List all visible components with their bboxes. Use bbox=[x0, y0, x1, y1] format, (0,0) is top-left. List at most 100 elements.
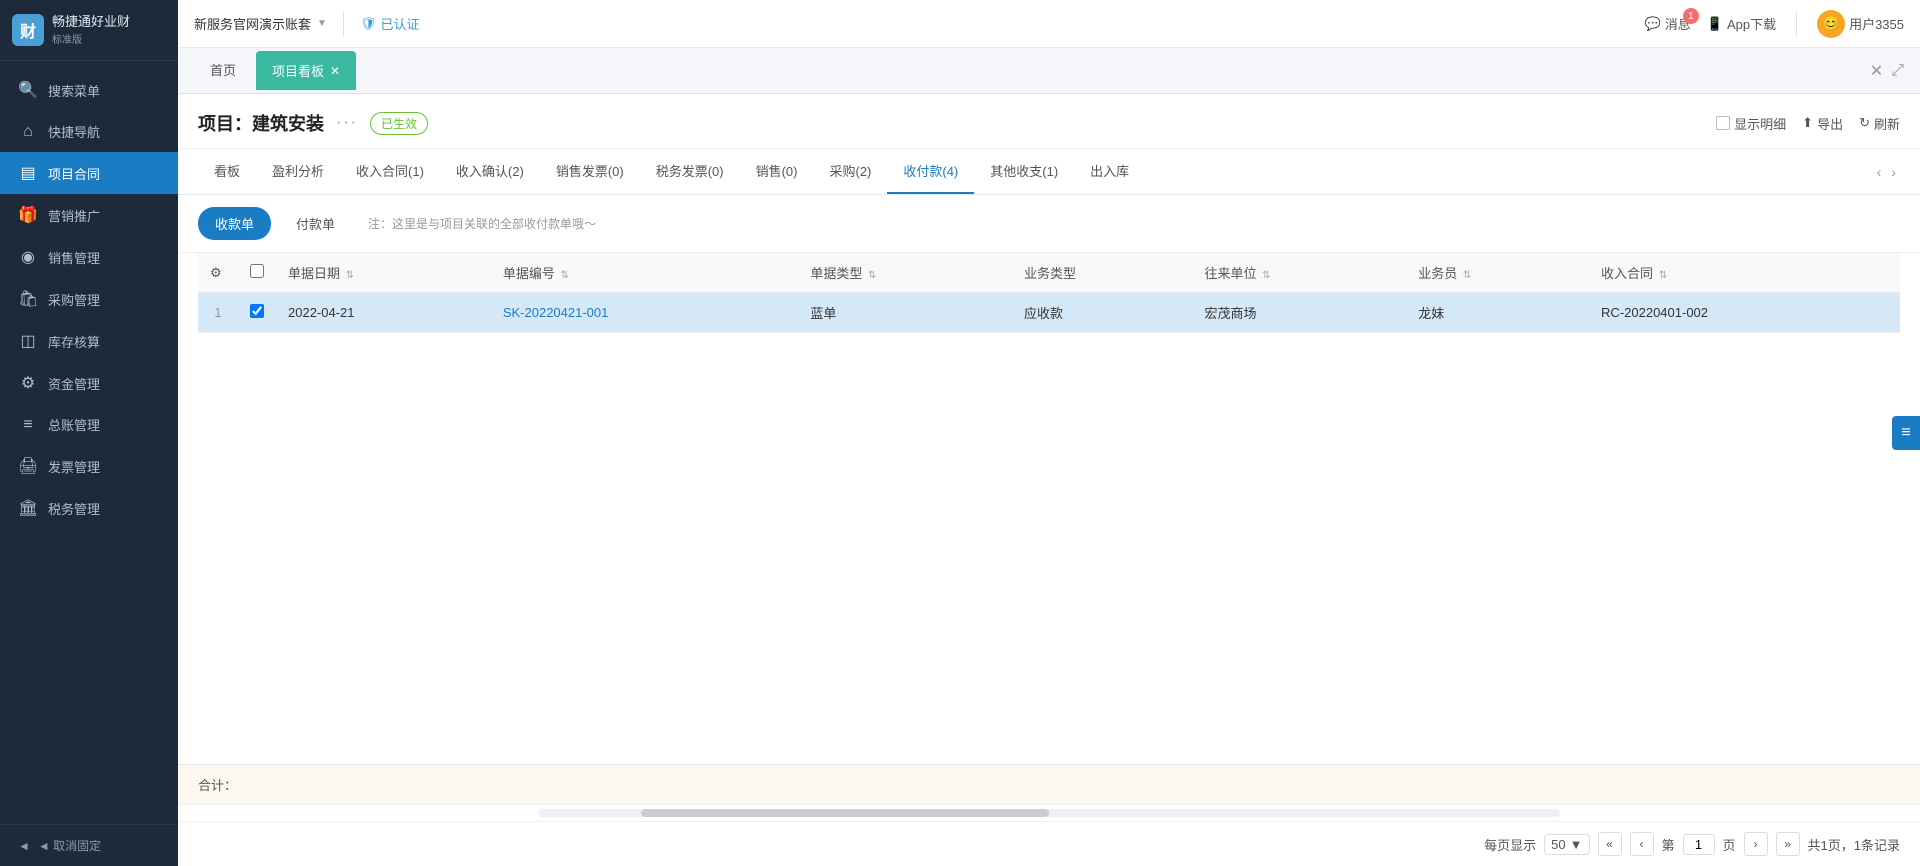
next-page-button[interactable]: › bbox=[1744, 832, 1768, 856]
app-download-button[interactable]: 📱 App下载 bbox=[1707, 14, 1776, 33]
show-detail-button[interactable]: 显示明细 bbox=[1716, 114, 1786, 133]
receipts-filter-button[interactable]: 收款单 bbox=[198, 207, 271, 240]
subtab-income-contract[interactable]: 收入合同(1) bbox=[340, 149, 440, 194]
sidebar-item-ledger[interactable]: ≡ 总账管理 bbox=[0, 404, 178, 445]
salesperson-sort-icon[interactable]: ⇅ bbox=[1463, 270, 1471, 281]
payments-filter-button[interactable]: 付款单 bbox=[279, 207, 352, 240]
subtab-other-income[interactable]: 其他收支(1) bbox=[974, 149, 1074, 194]
income-contract-column-header: 收入合同 ⇅ bbox=[1589, 253, 1900, 293]
tab-home[interactable]: 首页 bbox=[194, 48, 252, 93]
sidebar-unpin-button[interactable]: ◄ ◄ 取消固定 bbox=[0, 824, 178, 866]
current-page-input[interactable] bbox=[1683, 834, 1715, 855]
row-partner-cell: 宏茂商场 bbox=[1192, 293, 1406, 333]
export-button[interactable]: ⬆ 导出 bbox=[1802, 114, 1843, 133]
row-date-cell: 2022-04-21 bbox=[276, 293, 491, 333]
number-sort-icon[interactable]: ⇅ bbox=[560, 270, 568, 281]
account-selector[interactable]: 新服务官网演示账套 ▼ bbox=[194, 14, 327, 33]
first-page-button[interactable]: « bbox=[1598, 832, 1622, 856]
page-size-label: 每页显示 bbox=[1484, 835, 1536, 854]
ledger-icon: ≡ bbox=[18, 416, 38, 434]
shield-icon: 🛡 bbox=[360, 16, 377, 32]
settings-icon[interactable]: ⚙ bbox=[210, 265, 222, 280]
subtab-stock-inout[interactable]: 出入库 bbox=[1074, 149, 1145, 194]
certified-badge: 🛡 已认证 bbox=[360, 14, 420, 33]
row-salesperson-cell: 龙妹 bbox=[1406, 293, 1589, 333]
refresh-button[interactable]: ↻ 刷新 bbox=[1859, 114, 1900, 133]
table-row: 1 2022-04-21 SK-20220421-001 蓝单 bbox=[198, 293, 1900, 333]
topbar-right: 💬 消息 1 📱 App下载 😊 用户3355 bbox=[1645, 10, 1904, 38]
biz-type-column-header: 业务类型 bbox=[1012, 253, 1192, 293]
tax-icon: 🏛 bbox=[18, 498, 38, 518]
row-checkbox[interactable] bbox=[250, 304, 264, 318]
subtabs-next-button[interactable]: › bbox=[1887, 160, 1900, 184]
partner-column-header: 往来单位 ⇅ bbox=[1192, 253, 1406, 293]
page-size-selector[interactable]: 50 ▼ bbox=[1544, 834, 1589, 855]
user-label: 用户3355 bbox=[1849, 14, 1904, 33]
income-contract-sort-icon[interactable]: ⇅ bbox=[1659, 270, 1667, 281]
messages-button[interactable]: 💬 消息 1 bbox=[1645, 14, 1691, 33]
select-all-checkbox[interactable] bbox=[250, 264, 264, 278]
sidebar-item-label: 搜索菜单 bbox=[48, 81, 100, 100]
tab-kanban-label: 项目看板 bbox=[272, 61, 324, 80]
last-page-button[interactable]: » bbox=[1776, 832, 1800, 856]
document-link[interactable]: SK-20220421-001 bbox=[503, 305, 609, 320]
app-name: 畅捷通好业财 bbox=[52, 14, 130, 31]
type-column-header: 单据类型 ⇅ bbox=[798, 253, 1012, 293]
project-title: 项目：建筑安装 bbox=[198, 110, 324, 136]
table-header-row: ⚙ 单据日期 ⇅ 单据编号 ⇅ bbox=[198, 253, 1900, 293]
sidebar-item-label: 总账管理 bbox=[48, 415, 100, 434]
page-suffix-label: 页 bbox=[1723, 835, 1736, 854]
subtabs-prev-button[interactable]: ‹ bbox=[1873, 160, 1886, 184]
user-profile-button[interactable]: 😊 用户3355 bbox=[1817, 10, 1904, 38]
sidebar-item-tax[interactable]: 🏛 税务管理 bbox=[0, 487, 178, 529]
contract-icon: ▤ bbox=[18, 163, 38, 183]
type-sort-icon[interactable]: ⇅ bbox=[868, 270, 876, 281]
partner-sort-icon[interactable]: ⇅ bbox=[1262, 270, 1270, 281]
main-area: 新服务官网演示账套 ▼ 🛡 已认证 💬 消息 1 📱 App下载 😊 用户335… bbox=[178, 0, 1920, 866]
biz-type-label: 业务类型 bbox=[1024, 266, 1076, 281]
sidebar-item-quicknav[interactable]: ⌂ 快捷导航 bbox=[0, 111, 178, 152]
sidebar-item-contract[interactable]: ▤ 项目合同 bbox=[0, 152, 178, 194]
sidebar-item-label: 发票管理 bbox=[48, 457, 100, 476]
close-window-button[interactable]: ✕ bbox=[1870, 61, 1883, 81]
filter-note: 注：这里是与项目关联的全部收付款单哦～ bbox=[368, 215, 596, 232]
maximize-window-button[interactable]: ⤢ bbox=[1891, 62, 1904, 80]
sidebar-item-invoice[interactable]: 🖨 发票管理 bbox=[0, 445, 178, 487]
scrollbar-thumb[interactable] bbox=[641, 809, 1049, 817]
subtab-sales[interactable]: 销售(0) bbox=[740, 149, 814, 194]
sidebar-item-search[interactable]: 🔍 搜索菜单 bbox=[0, 69, 178, 111]
subtab-sales-invoice[interactable]: 销售发票(0) bbox=[540, 149, 640, 194]
horizontal-scrollbar[interactable] bbox=[538, 809, 1559, 817]
subtab-payment[interactable]: 收付款(4) bbox=[887, 149, 974, 194]
date-sort-icon[interactable]: ⇅ bbox=[346, 270, 354, 281]
unpin-label: ◄ 取消固定 bbox=[38, 837, 101, 854]
subtab-kanban[interactable]: 看板 bbox=[198, 149, 256, 194]
content-area: 项目：建筑安装 ··· 已生效 显示明细 ⬆ 导出 ↻ 刷新 bbox=[178, 94, 1920, 866]
table-footer: 合计： bbox=[178, 764, 1920, 804]
filterbar: 收款单 付款单 注：这里是与项目关联的全部收付款单哦～ bbox=[178, 195, 1920, 253]
sidebar-item-funds[interactable]: ⚙ 资金管理 bbox=[0, 362, 178, 404]
subtab-profit[interactable]: 盈利分析 bbox=[256, 149, 340, 194]
floating-action-button[interactable]: ≡ bbox=[1892, 416, 1920, 450]
salesperson-label: 业务员 bbox=[1418, 266, 1457, 281]
prev-page-button[interactable]: ‹ bbox=[1630, 832, 1654, 856]
sidebar-item-marketing[interactable]: 🎁 营销推广 bbox=[0, 194, 178, 236]
subtab-purchase[interactable]: 采购(2) bbox=[813, 149, 887, 194]
tab-close-icon[interactable]: ✕ bbox=[330, 64, 340, 78]
subtab-tax-invoice[interactable]: 税务发票(0) bbox=[640, 149, 740, 194]
subtab-income-confirm[interactable]: 收入确认(2) bbox=[440, 149, 540, 194]
sidebar-item-label: 营销推广 bbox=[48, 206, 100, 225]
purchase-icon: 🛍 bbox=[18, 289, 38, 309]
row-income-contract-cell: RC-20220401-002 bbox=[1589, 293, 1900, 333]
project-more-button[interactable]: ··· bbox=[336, 114, 358, 132]
sidebar-item-label: 资金管理 bbox=[48, 374, 100, 393]
sidebar-item-sales[interactable]: ◉ 销售管理 bbox=[0, 236, 178, 278]
project-actions: 显示明细 ⬆ 导出 ↻ 刷新 bbox=[1716, 114, 1900, 133]
sidebar-item-inventory[interactable]: ◫ 库存核算 bbox=[0, 320, 178, 362]
account-name: 新服务官网演示账套 bbox=[194, 14, 311, 33]
sidebar-item-purchase[interactable]: 🛍 采购管理 bbox=[0, 278, 178, 320]
table-scrollbar-area bbox=[178, 804, 1920, 821]
detail-checkbox[interactable] bbox=[1716, 116, 1730, 130]
tab-kanban[interactable]: 项目看板 ✕ bbox=[256, 51, 356, 90]
export-icon: ⬆ bbox=[1802, 115, 1813, 131]
